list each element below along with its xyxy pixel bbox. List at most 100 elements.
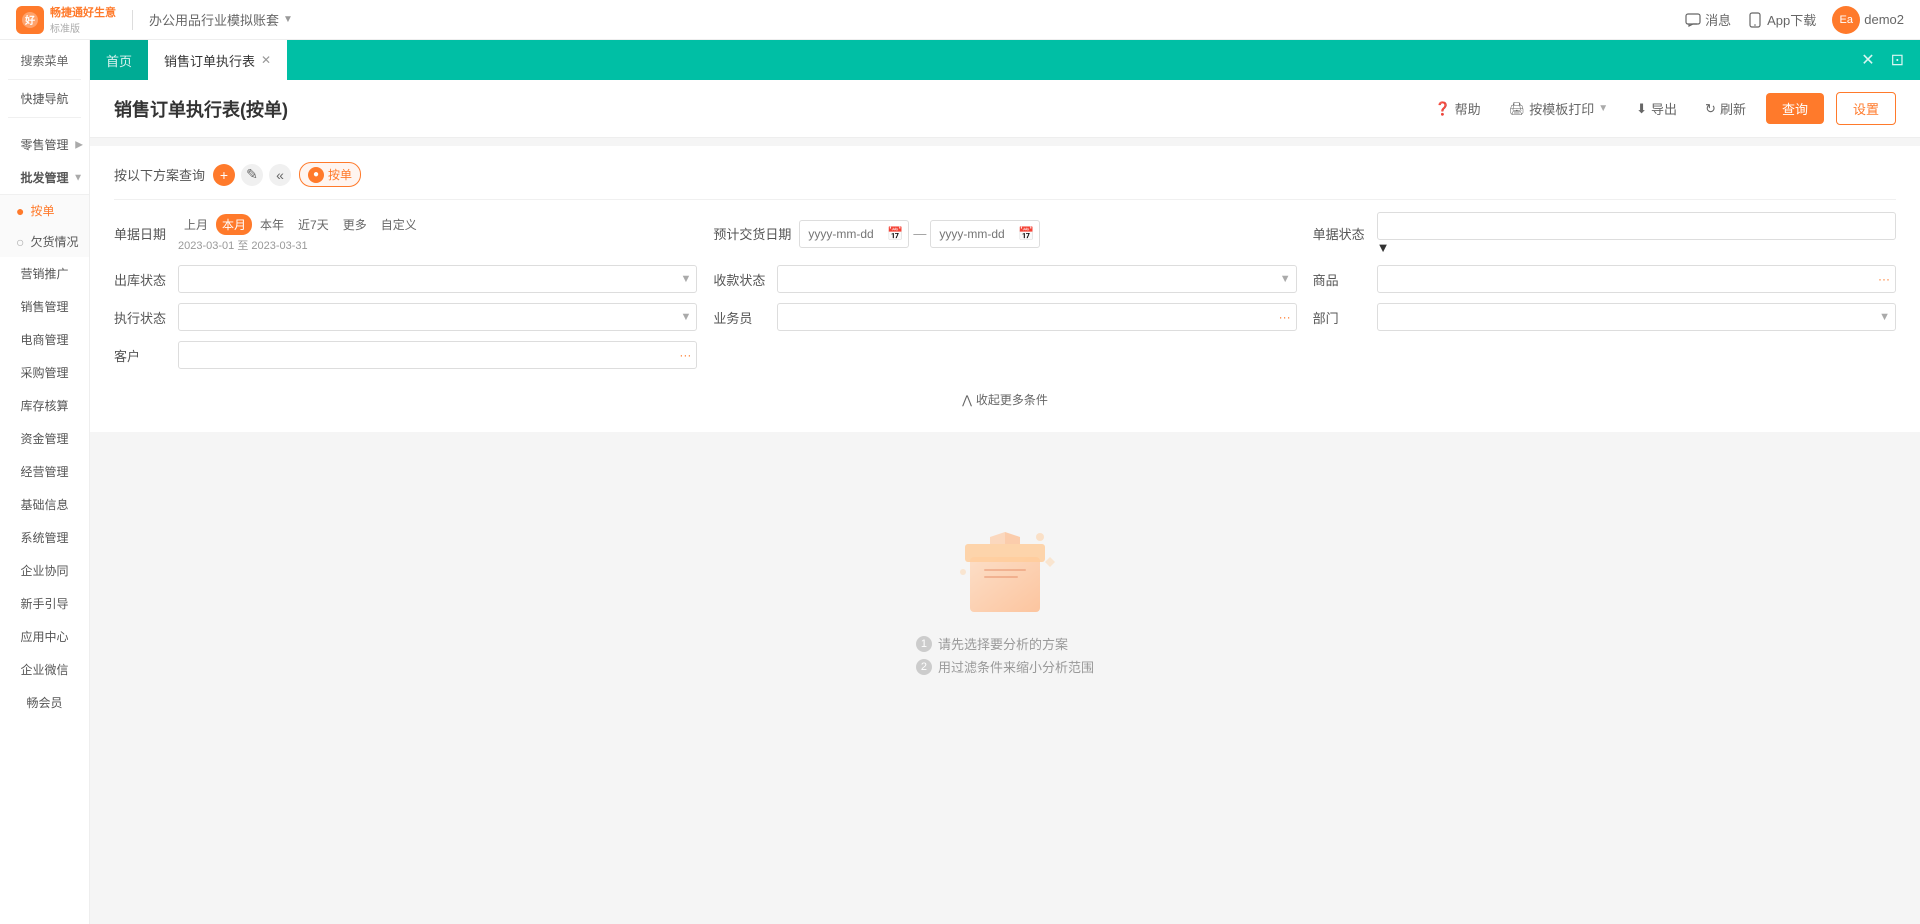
exec-status-select[interactable] (178, 303, 697, 331)
expected-delivery-label: 预计交货日期 (713, 224, 791, 243)
message-action[interactable]: 消息 (1685, 10, 1731, 29)
user-menu[interactable]: Ea demo2 (1832, 6, 1904, 34)
customer-label: 客户 (114, 346, 170, 365)
template-print-button[interactable]: 🖨 按模板打印 ▼ (1501, 95, 1616, 122)
customer-control: ··· (178, 341, 697, 369)
tab-restore-icon[interactable]: ⊡ (1887, 46, 1908, 74)
sidebar-item-corp[interactable]: 企业协同 (0, 554, 89, 587)
date-tab-custom[interactable]: 自定义 (375, 214, 423, 235)
export-button[interactable]: ⬇ 导出 (1628, 95, 1685, 122)
customer-more-icon[interactable]: ··· (679, 348, 691, 362)
filter-rows: 单据日期 上月 本月 本年 近7天 更多 自定义 (114, 212, 1896, 416)
salesperson-more-icon[interactable]: ··· (1279, 310, 1291, 324)
filter-field-salesperson: 业务员 ··· (713, 303, 1296, 331)
sidebar-item-wholesale[interactable]: 批发管理 ▼ (0, 161, 89, 194)
sidebar-item-system[interactable]: 系统管理 (0, 521, 89, 554)
customer-input[interactable] (178, 341, 697, 369)
tab-sales-exec[interactable]: 销售订单执行表 ✕ (148, 40, 287, 80)
sidebar-item-label-newbie: 新手引导 (20, 595, 68, 612)
collapse-up-icon: ⋀ (962, 393, 972, 407)
date-tab-7days[interactable]: 近7天 (292, 214, 335, 235)
scheme-item-order[interactable]: ● 按单 (299, 162, 361, 187)
sidebar-item-label-system: 系统管理 (20, 529, 68, 546)
scheme-item-order-label: 按单 (328, 166, 352, 183)
sidebar-search-label[interactable]: 搜索菜单 (0, 46, 89, 75)
page-title-actions: ❓ 帮助 🖨 按模板打印 ▼ ⬇ 导出 ↻ 刷新 (1426, 92, 1896, 125)
workspace-selector[interactable]: 办公用品行业模拟账套 ▼ (149, 10, 293, 29)
export-icon: ⬇ (1636, 101, 1647, 117)
empty-hint-2: 2 用过滤条件来缩小分析范围 (916, 657, 1094, 676)
date-separator: — (913, 226, 926, 241)
filter-field-exec-status: 执行状态 ▼ (114, 303, 697, 331)
collect-status-select[interactable] (777, 265, 1296, 293)
collapse-button[interactable]: ⋀ 收起更多条件 (950, 387, 1060, 412)
sidebar-item-retail[interactable]: 零售管理 ▶ (0, 128, 89, 161)
sidebar-item-wechat[interactable]: 企业微信 (0, 653, 89, 686)
page-title: 销售订单执行表(按单) (114, 96, 288, 122)
print-icon: 🖨 (1509, 101, 1526, 117)
expected-delivery-end-input[interactable] (930, 220, 1040, 248)
goods-input[interactable] (1377, 265, 1896, 293)
sidebar-item-label-apps: 应用中心 (20, 628, 68, 645)
workspace-label: 办公用品行业模拟账套 (149, 10, 279, 29)
filter-field-customer: 客户 ··· (114, 341, 697, 369)
expected-delivery-start-input[interactable] (799, 220, 909, 248)
sidebar-item-marketing[interactable]: 营销推广 (0, 257, 89, 290)
tab-close-window-icon[interactable]: ✕ (1857, 46, 1878, 74)
date-tab-last-month[interactable]: 上月 (178, 214, 214, 235)
refresh-label: 刷新 (1720, 99, 1746, 118)
out-status-control: ▼ (178, 265, 697, 293)
sidebar-item-operations[interactable]: 经营管理 (0, 455, 89, 488)
header-divider (132, 10, 133, 30)
help-button[interactable]: ❓ 帮助 (1426, 95, 1488, 122)
add-scheme-button[interactable]: + (213, 164, 235, 186)
sidebar-sub-item-debt[interactable]: ○ 欠货情况 (0, 226, 89, 257)
sidebar-item-member[interactable]: 畅会员 (0, 686, 89, 719)
app-download-action[interactable]: App下载 (1747, 10, 1816, 29)
collapse-scheme-button[interactable]: « (269, 164, 291, 186)
sub-item-label-order: 按单 (30, 202, 54, 219)
scheme-label: 按以下方案查询 (114, 165, 205, 184)
tab-home[interactable]: 首页 (90, 40, 148, 80)
header-left: 好 畅捷通好生意 标准版 办公用品行业模拟账套 ▼ (16, 4, 293, 35)
filter-field-date: 单据日期 上月 本月 本年 近7天 更多 自定义 (114, 214, 697, 253)
tab-close-icon[interactable]: ✕ (261, 54, 271, 66)
sidebar-item-label-sales: 销售管理 (20, 298, 68, 315)
dept-label: 部门 (1313, 308, 1369, 327)
chevron-right-icon: ▶ (75, 139, 83, 150)
date-tab-this-month[interactable]: 本月 (216, 214, 252, 235)
filter-field-out-status: 出库状态 ▼ (114, 265, 697, 293)
sidebar-item-apps[interactable]: 应用中心 (0, 620, 89, 653)
sidebar-item-inventory[interactable]: 库存核算 (0, 389, 89, 422)
filter-field-collect-status: 收款状态 ▼ (713, 265, 1296, 293)
goods-control: ··· (1377, 265, 1896, 293)
sidebar-item-sales[interactable]: 销售管理 (0, 290, 89, 323)
dept-select[interactable] (1377, 303, 1896, 331)
sidebar-item-label-basic: 基础信息 (20, 496, 68, 513)
empty-state: 1 请先选择要分析的方案 2 用过滤条件来缩小分析范围 (90, 432, 1920, 756)
salesperson-input[interactable] (777, 303, 1296, 331)
export-label: 导出 (1651, 99, 1677, 118)
query-button[interactable]: 查询 (1766, 93, 1824, 124)
sidebar-item-finance[interactable]: 资金管理 (0, 422, 89, 455)
edit-scheme-button[interactable]: ✎ (241, 164, 263, 186)
out-status-select[interactable] (178, 265, 697, 293)
bill-status-select[interactable] (1377, 212, 1896, 240)
sidebar-item-basic[interactable]: 基础信息 (0, 488, 89, 521)
date-tab-this-year[interactable]: 本年 (254, 214, 290, 235)
goods-more-icon[interactable]: ··· (1878, 272, 1890, 286)
filter-field-goods: 商品 ··· (1313, 265, 1896, 293)
sidebar-item-newbie[interactable]: 新手引导 (0, 587, 89, 620)
sidebar-item-label-ecommerce: 电商管理 (20, 331, 68, 348)
sidebar-item-ecommerce[interactable]: 电商管理 (0, 323, 89, 356)
out-status-label: 出库状态 (114, 270, 170, 289)
refresh-button[interactable]: ↻ 刷新 (1697, 95, 1754, 122)
sidebar-sub-item-order[interactable]: ● 按单 (0, 195, 89, 226)
settings-button[interactable]: 设置 (1836, 92, 1896, 125)
sidebar-item-purchase[interactable]: 采购管理 (0, 356, 89, 389)
date-tab-more[interactable]: 更多 (337, 214, 373, 235)
sidebar-quick-nav[interactable]: 快捷导航 (0, 84, 89, 113)
bill-status-label: 单据状态 (1313, 224, 1369, 243)
scheme-order-icon: ● (308, 167, 324, 183)
user-label: demo2 (1864, 12, 1904, 27)
